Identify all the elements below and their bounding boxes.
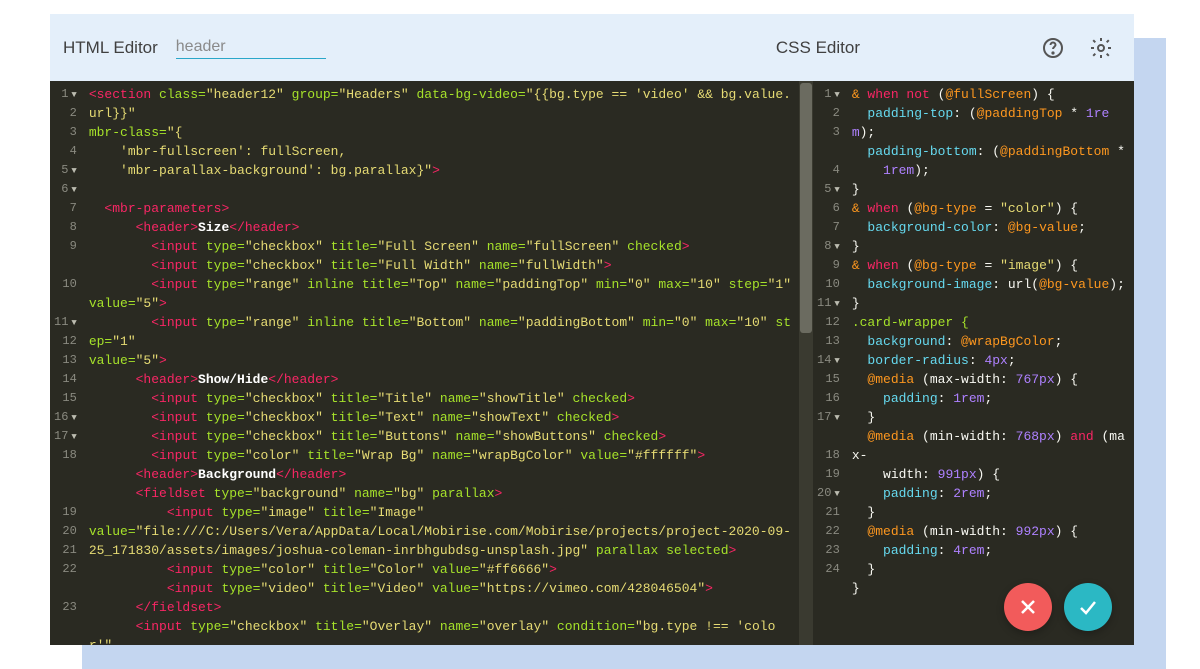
fab-group: [1004, 583, 1112, 631]
scroll-thumb[interactable]: [800, 83, 812, 333]
html-code[interactable]: <section class="header12" group="Headers…: [87, 81, 799, 645]
search-field-wrap: [176, 36, 326, 59]
confirm-button[interactable]: [1064, 583, 1112, 631]
css-editor-tab[interactable]: CSS Editor: [776, 38, 860, 58]
search-input[interactable]: [176, 38, 326, 56]
editor-frame: HTML Editor CSS Editor 1▼2345▼6▼789 10 1…: [50, 14, 1134, 645]
top-bar: HTML Editor CSS Editor: [50, 14, 1134, 81]
html-scrollbar[interactable]: [799, 81, 813, 645]
help-icon[interactable]: [1038, 33, 1068, 63]
html-editor-tab[interactable]: HTML Editor: [63, 38, 176, 58]
css-code[interactable]: & when not (@fullScreen) { padding-top: …: [850, 81, 1134, 645]
css-gutter: 1▼23 45▼678▼91011▼121314▼151617▼ 181920▼…: [813, 81, 850, 645]
html-pane[interactable]: 1▼2345▼6▼789 10 11▼1213141516▼17▼18 1920…: [50, 81, 813, 645]
editor-panes: 1▼2345▼6▼789 10 11▼1213141516▼17▼18 1920…: [50, 81, 1134, 645]
html-gutter: 1▼2345▼6▼789 10 11▼1213141516▼17▼18 1920…: [50, 81, 87, 645]
css-pane[interactable]: 1▼23 45▼678▼91011▼121314▼151617▼ 181920▼…: [813, 81, 1134, 645]
cancel-button[interactable]: [1004, 583, 1052, 631]
gear-icon[interactable]: [1086, 33, 1116, 63]
